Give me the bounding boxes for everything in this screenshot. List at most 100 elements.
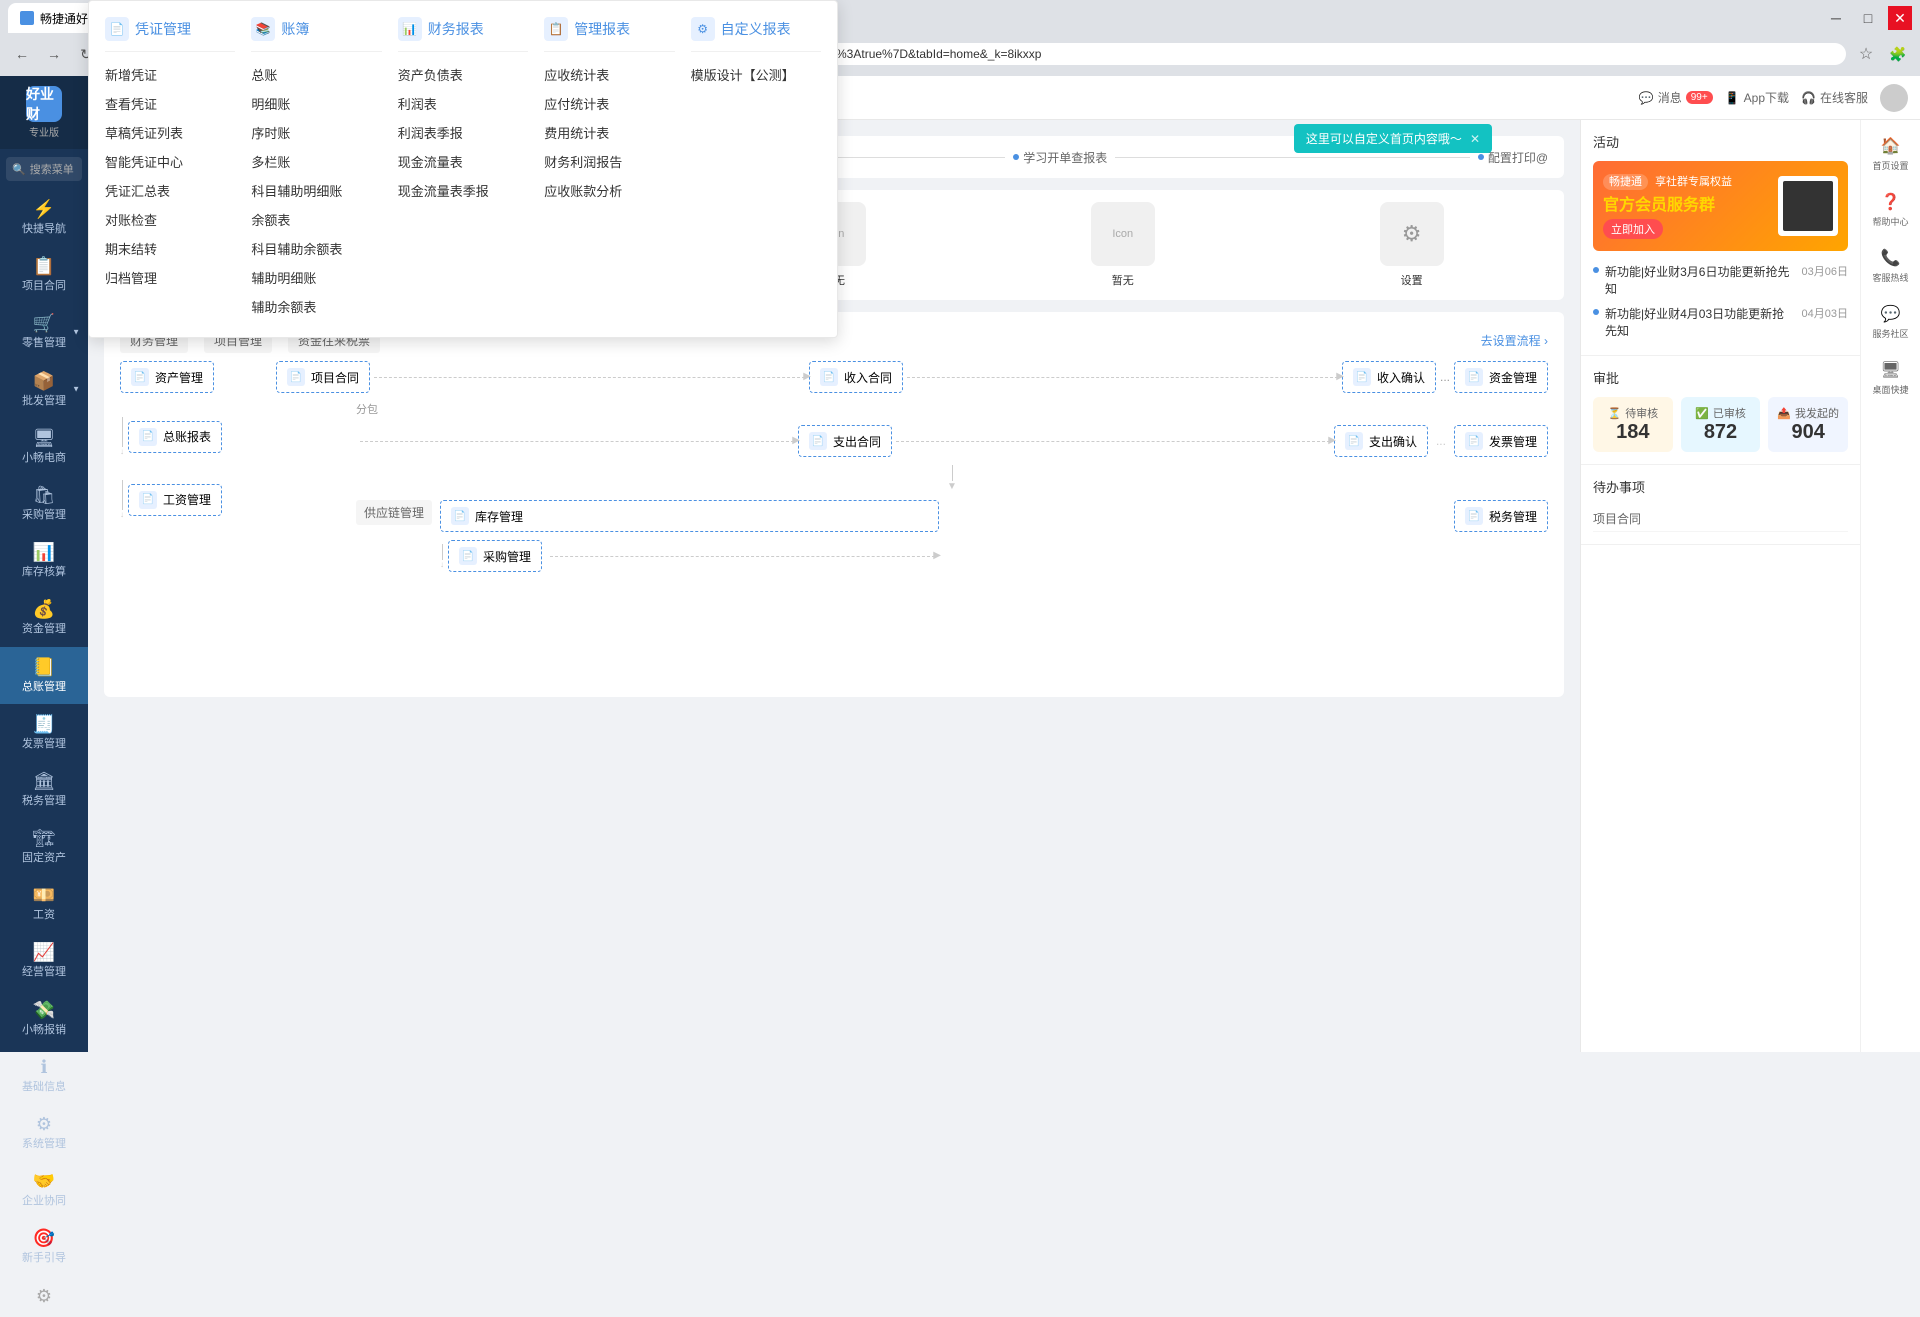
menu-item-aux-balance[interactable]: 辅助余额表 xyxy=(251,292,381,321)
menu-item-smart-voucher[interactable]: 智能凭证中心 xyxy=(105,147,235,176)
qnav-desktop[interactable]: 🖥 桌面快捷 xyxy=(1868,352,1912,404)
sidebar-item-operations[interactable]: 📈经营管理 xyxy=(0,932,88,989)
minimize-button[interactable]: ─ xyxy=(1824,6,1848,30)
qnav-community[interactable]: 💬 服务社区 xyxy=(1868,296,1912,348)
online-service-button[interactable]: 🎧 在线客服 xyxy=(1801,89,1868,106)
app-download-button[interactable]: 📱 App下载 xyxy=(1725,89,1789,106)
sidebar-item-base-info[interactable]: ℹ基础信息 xyxy=(0,1047,88,1104)
payroll-row: ↓ 📄 工资管理 xyxy=(120,480,222,519)
todo-item-project[interactable]: 项目合同 xyxy=(1593,506,1848,532)
flow-box-payroll[interactable]: 📄 工资管理 xyxy=(128,484,222,516)
sidebar-item-project[interactable]: 📋项目合同 xyxy=(0,246,88,303)
menu-item-cashflow[interactable]: 现金流量表 xyxy=(398,147,528,176)
notification-button[interactable]: 💬 消息 99+ xyxy=(1639,89,1713,106)
menu-item-chronological[interactable]: 序时账 xyxy=(251,118,381,147)
sidebar-item-funds[interactable]: 💰资金管理 xyxy=(0,589,88,646)
approve-cards: ⏳ 待审核 184 ✅ 已审核 872 xyxy=(1593,397,1848,452)
settings-button[interactable]: ⚙ xyxy=(36,1286,52,1307)
sidebar-item-quick-nav[interactable]: ⚡快捷导航 xyxy=(0,189,88,246)
flow-box-purchase[interactable]: 📄 采购管理 xyxy=(448,540,542,572)
menu-item-period-close[interactable]: 期末结转 xyxy=(105,234,235,263)
activity-item-1: 新功能|好业财3月6日功能更新抢先知 03月06日 xyxy=(1593,259,1848,301)
flow-box-warehouse[interactable]: 📄 库存管理 xyxy=(440,500,939,532)
flow-box-expense-confirm[interactable]: 📄 支出确认 xyxy=(1334,425,1428,457)
qr-inner xyxy=(1783,181,1833,231)
qnav-service[interactable]: 📞 客服热线 xyxy=(1868,240,1912,292)
approve-card-pending[interactable]: ⏳ 待审核 184 xyxy=(1593,397,1673,452)
flow-box-assets[interactable]: 📄 资产管理 xyxy=(120,361,214,393)
project-box-icon: 📄 xyxy=(287,368,305,386)
menu-item-subject-balance[interactable]: 科目辅助余额表 xyxy=(251,234,381,263)
menu-item-balance[interactable]: 余额表 xyxy=(251,205,381,234)
menu-item-voucher-summary[interactable]: 凭证汇总表 xyxy=(105,176,235,205)
sidebar-item-corp[interactable]: 🤝企业协同 xyxy=(0,1161,88,1218)
menu-item-reconcile[interactable]: 对账检查 xyxy=(105,205,235,234)
banner-cta-button[interactable]: 立即加入 xyxy=(1603,219,1663,239)
sidebar-item-wholesale[interactable]: 📦批发管理▼ xyxy=(0,361,88,418)
sidebar-item-general-ledger[interactable]: 📒总账管理 xyxy=(0,647,88,704)
qnav-help[interactable]: ❓ 帮助中心 xyxy=(1868,184,1912,236)
approve-card-done[interactable]: ✅ 已审核 872 xyxy=(1681,397,1761,452)
menu-item-subject-detail[interactable]: 科目辅助明细账 xyxy=(251,176,381,205)
menu-item-view-voucher[interactable]: 查看凭证 xyxy=(105,89,235,118)
bookmark-button[interactable]: ☆ xyxy=(1852,40,1880,68)
menu-item-template-design[interactable]: 模版设计【公测】 xyxy=(691,60,821,89)
flow-box-project-contract[interactable]: 📄 项目合同 xyxy=(276,361,370,393)
menu-item-aux-detail[interactable]: 辅助明细账 xyxy=(251,263,381,292)
menu-item-detail-account[interactable]: 明细账 xyxy=(251,89,381,118)
menu-item-ar-analysis[interactable]: 应收账款分析 xyxy=(544,176,674,205)
sidebar-item-purchase[interactable]: 🛍采购管理 xyxy=(0,475,88,532)
sidebar-item-invoice[interactable]: 🧾发票管理 xyxy=(0,704,88,761)
menu-item-draft-voucher[interactable]: 草稿凭证列表 xyxy=(105,118,235,147)
flow-box-expense-contract[interactable]: 📄 支出合同 xyxy=(798,425,892,457)
menu-item-profit-quarterly[interactable]: 利润表季报 xyxy=(398,118,528,147)
step-7-label: 学习开单查报表 xyxy=(1023,149,1107,166)
menu-item-cashflow-quarterly[interactable]: 现金流量表季报 xyxy=(398,176,528,205)
icon-cell-5[interactable]: ⚙ 设置 xyxy=(1271,202,1552,288)
menu-item-cost-stats[interactable]: 费用统计表 xyxy=(544,118,674,147)
flow-box-general-ledger[interactable]: 📄 总账报表 xyxy=(128,421,222,453)
flow-box-income-contract[interactable]: 📄 收入合同 xyxy=(809,361,903,393)
flow-box-fund-mgmt[interactable]: 📄 资金管理 xyxy=(1454,361,1548,393)
forward-button[interactable]: → xyxy=(40,40,68,68)
icon-cell-4[interactable]: Icon 暂无 xyxy=(982,202,1263,288)
sidebar-item-retail[interactable]: 🛒零售管理▼ xyxy=(0,303,88,360)
extensions-button[interactable]: 🧩 xyxy=(1884,40,1912,68)
menu-item-multi-column[interactable]: 多栏账 xyxy=(251,147,381,176)
menu-item-general-account[interactable]: 总账 xyxy=(251,60,381,89)
approve-card-initiated[interactable]: 📤 我发起的 904 xyxy=(1768,397,1848,452)
close-button[interactable]: ✕ xyxy=(1888,6,1912,30)
flow-box-tax-mgmt[interactable]: 📄 税务管理 xyxy=(1454,500,1548,532)
maximize-button[interactable]: □ xyxy=(1856,6,1880,30)
menu-item-ap-stats[interactable]: 应付统计表 xyxy=(544,89,674,118)
menu-item-profit-report[interactable]: 财务利润报告 xyxy=(544,147,674,176)
menu-item-archive[interactable]: 归档管理 xyxy=(105,263,235,292)
sidebar-item-fixed-assets[interactable]: 🏗固定资产 xyxy=(0,818,88,875)
guide-icon: 🎯 xyxy=(33,1228,55,1249)
goto-flow-button[interactable]: 去设置流程 › xyxy=(1481,332,1548,349)
sidebar-item-guide[interactable]: 🎯新手引导 xyxy=(0,1218,88,1275)
sidebar-item-expense[interactable]: 💸小畅报销 xyxy=(0,990,88,1047)
sidebar-item-inventory[interactable]: 📊库存核算 xyxy=(0,532,88,589)
menu-item-ar-stats[interactable]: 应收统计表 xyxy=(544,60,674,89)
custom-tip-banner: 这里可以自定义首页内容哦～ ✕ xyxy=(1294,124,1492,153)
back-button[interactable]: ← xyxy=(8,40,36,68)
community-icon: 💬 xyxy=(1881,304,1901,324)
cart-icon: 🛒 xyxy=(33,313,55,334)
sidebar-item-ecommerce[interactable]: 🖥小畅电商 xyxy=(0,418,88,475)
clipboard-icon: 📋 xyxy=(33,256,55,277)
menu-item-add-voucher[interactable]: 新增凭证 xyxy=(105,60,235,89)
sidebar-item-system[interactable]: ⚙系统管理 xyxy=(0,1104,88,1161)
menu-item-profit[interactable]: 利润表 xyxy=(398,89,528,118)
flow-box-invoice-mgmt[interactable]: 📄 发票管理 xyxy=(1454,425,1548,457)
custom-tip-close-button[interactable]: ✕ xyxy=(1470,132,1480,146)
sidebar-item-payroll[interactable]: 💴工资 xyxy=(0,875,88,932)
sidebar-item-tax[interactable]: 🏛税务管理 xyxy=(0,761,88,818)
menu-item-balance-sheet[interactable]: 资产负债表 xyxy=(398,60,528,89)
qnav-home-settings[interactable]: 🏠 首页设置 xyxy=(1868,128,1912,180)
ledger-box-icon: 📄 xyxy=(139,428,157,446)
finance-report-header: 📊 财务报表 xyxy=(398,17,528,52)
user-avatar[interactable] xyxy=(1880,84,1908,112)
flow-box-income-confirm[interactable]: 📄 收入确认 xyxy=(1342,361,1436,393)
sidebar-search-button[interactable]: 🔍 搜索菜单 xyxy=(6,157,82,181)
